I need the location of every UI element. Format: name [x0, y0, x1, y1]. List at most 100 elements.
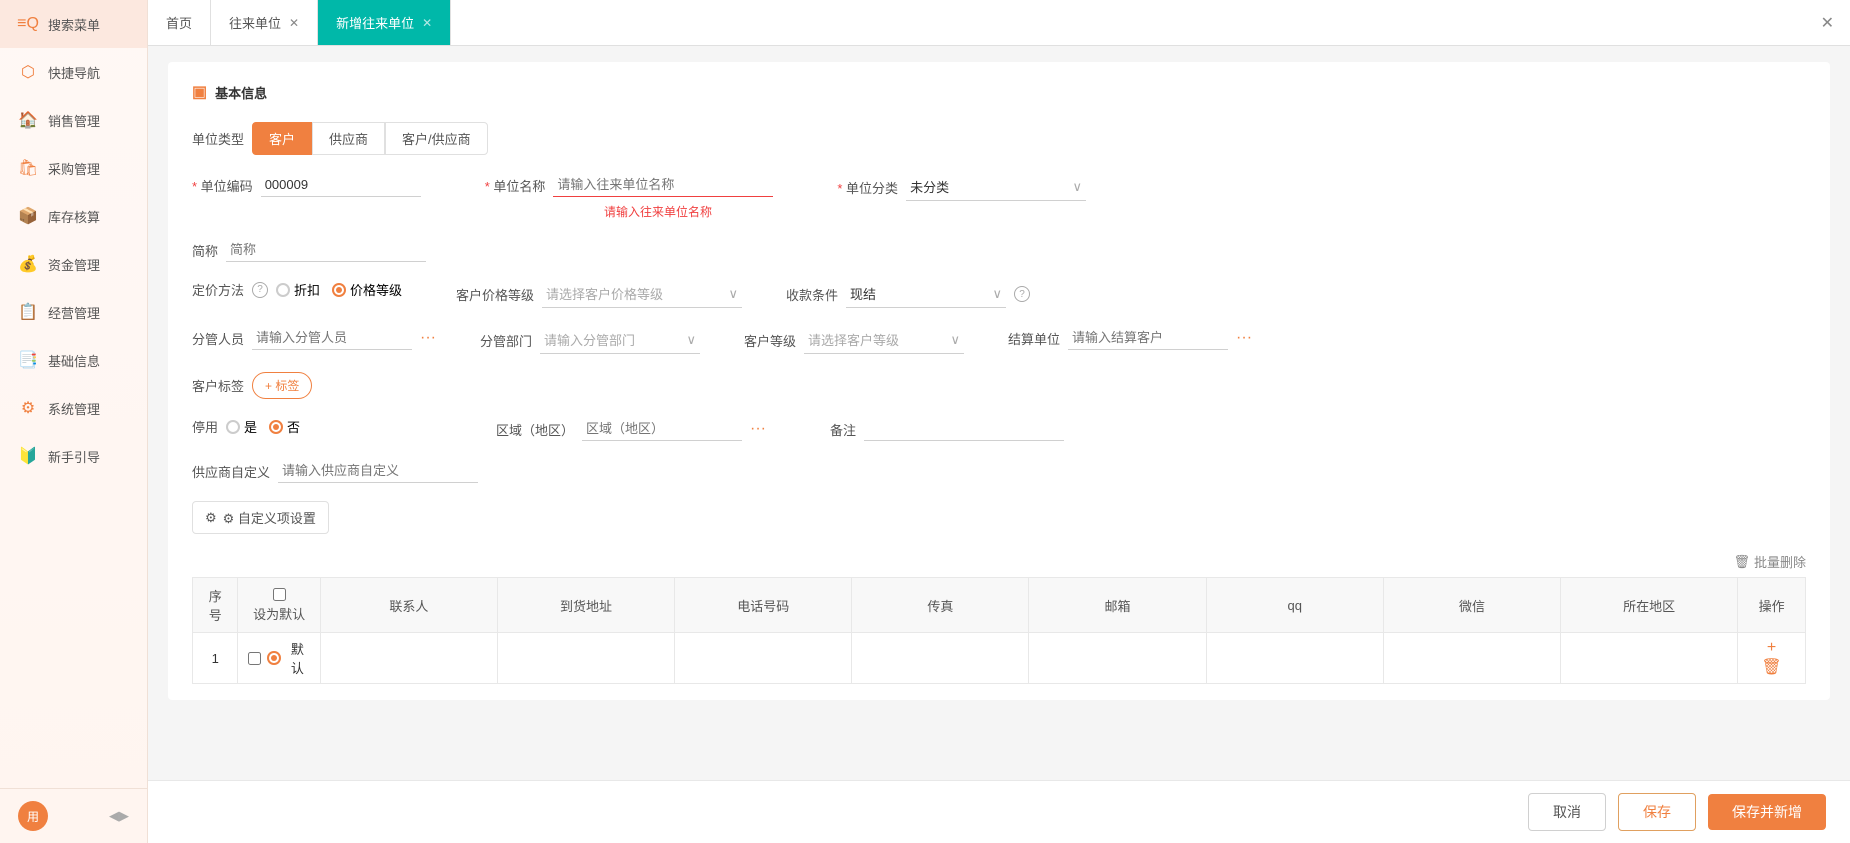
supplier-custom-input[interactable]	[278, 459, 478, 483]
row-region[interactable]	[1561, 633, 1738, 684]
home-icon: ⬡	[18, 62, 38, 82]
save-button[interactable]: 保存	[1618, 793, 1696, 831]
expand-icon[interactable]: ◀▶	[109, 808, 129, 824]
supervisor-group: 分管人员 ···	[192, 326, 436, 350]
disabled-row: 停用 是 否 区域（地区） ···	[192, 417, 1806, 441]
radio-yes[interactable]: 是	[226, 417, 257, 436]
disabled-group: 停用 是 否	[192, 417, 412, 436]
col-default: 设为默认	[238, 578, 320, 633]
department-select[interactable]: 请输入分管部门 ∨	[540, 326, 700, 354]
payment-terms-select[interactable]: 现结 ∨	[846, 280, 1006, 308]
customer-price-level-select[interactable]: 请选择客户价格等级 ∨	[542, 280, 742, 308]
sidebar-item-basic-info[interactable]: 📑 基础信息	[0, 336, 147, 384]
row-phone[interactable]	[675, 633, 852, 684]
contact-input[interactable]	[331, 651, 487, 666]
sidebar-item-purchase[interactable]: 🛍 采购管理	[0, 144, 147, 192]
add-tag-button[interactable]: + 标签	[252, 372, 312, 399]
type-btn-customer[interactable]: 客户	[252, 122, 312, 155]
settlement-unit-input[interactable]	[1068, 326, 1228, 350]
short-name-input[interactable]	[226, 238, 426, 262]
radio-price-level[interactable]: 价格等级	[332, 280, 402, 299]
remark-input[interactable]	[864, 417, 1064, 441]
chevron-down-icon: ∨	[1073, 179, 1083, 195]
type-btn-supplier[interactable]: 供应商	[312, 122, 385, 155]
settlement-unit-group: 结算单位 ···	[1008, 326, 1252, 350]
qq-input[interactable]	[1217, 651, 1373, 666]
sidebar-footer: 用 ◀▶	[0, 788, 147, 843]
sales-icon: 🏠	[18, 110, 38, 130]
add-row-button[interactable]: +	[1763, 639, 1780, 657]
sidebar-item-inventory[interactable]: 📦 库存核算	[0, 192, 147, 240]
sidebar-item-operations[interactable]: 📋 经营管理	[0, 288, 147, 336]
short-name-group: 简称	[192, 238, 426, 262]
section-icon: ▣	[192, 82, 207, 102]
section-title: ▣ 基本信息	[192, 82, 1806, 102]
customer-level-select[interactable]: 请选择客户等级 ∨	[804, 326, 964, 354]
delete-row-button[interactable]: 🗑	[1757, 657, 1785, 677]
sidebar-item-finance[interactable]: 💰 资金管理	[0, 240, 147, 288]
customer-price-level-group: 客户价格等级 请选择客户价格等级 ∨	[456, 280, 742, 308]
region-group: 区域（地区） ···	[496, 417, 766, 441]
row-action: + 🗑	[1738, 633, 1806, 684]
region-more-icon[interactable]: ···	[750, 420, 766, 438]
close-all-tabs[interactable]: ✕	[1805, 13, 1850, 33]
region-input[interactable]	[582, 417, 742, 441]
unit-type-buttons: 客户 供应商 客户/供应商	[252, 122, 488, 155]
row-checkbox[interactable]	[248, 652, 261, 665]
main-content: 首页 往来单位 ✕ 新增往来单位 ✕ ✕ ▣ 基本信息 单位类型 客户	[148, 0, 1850, 843]
sidebar-item-quick-nav[interactable]: ⬡ 快捷导航	[0, 48, 147, 96]
tab-partners[interactable]: 往来单位 ✕	[211, 0, 318, 45]
email-input[interactable]	[1039, 651, 1195, 666]
unit-type-label: 单位类型	[192, 129, 244, 148]
wechat-input[interactable]	[1394, 651, 1550, 666]
customer-price-level-label: 客户价格等级	[456, 285, 534, 304]
address-input[interactable]	[508, 651, 664, 666]
custom-settings-button[interactable]: ⚙ ⚙ 自定义项设置	[192, 501, 329, 534]
unit-code-input[interactable]	[261, 173, 421, 197]
disabled-radio-group: 是 否	[226, 417, 300, 436]
table-row: 1 默认	[193, 633, 1806, 684]
row-fax[interactable]	[852, 633, 1029, 684]
sidebar-item-search[interactable]: ≡Q 搜索菜单	[0, 0, 147, 48]
row-contact[interactable]	[320, 633, 497, 684]
type-btn-both[interactable]: 客户/供应商	[385, 122, 488, 155]
sidebar-item-sales[interactable]: 🏠 销售管理	[0, 96, 147, 144]
sidebar-item-system[interactable]: ⚙ 系统管理	[0, 384, 147, 432]
select-all-checkbox[interactable]	[273, 588, 286, 601]
tab-home[interactable]: 首页	[148, 0, 211, 45]
system-icon: ⚙	[18, 398, 38, 418]
tab-partners-close[interactable]: ✕	[289, 16, 299, 30]
unit-category-select[interactable]: 未分类 ∨	[906, 173, 1086, 201]
supervisor-more-icon[interactable]: ···	[420, 329, 436, 347]
settlement-more-icon[interactable]: ···	[1236, 329, 1252, 347]
payment-help-icon[interactable]: ?	[1014, 286, 1030, 302]
unit-name-input[interactable]	[553, 173, 773, 197]
payment-terms-label: 收款条件	[786, 285, 838, 304]
tab-bar: 首页 往来单位 ✕ 新增往来单位 ✕ ✕	[148, 0, 1850, 46]
row-wechat[interactable]	[1383, 633, 1560, 684]
radio-discount[interactable]: 折扣	[276, 280, 320, 299]
batch-delete-button[interactable]: 🗑 批量删除	[1733, 552, 1806, 571]
row-email[interactable]	[1029, 633, 1206, 684]
purchase-icon: 🛍	[18, 158, 38, 178]
fax-input[interactable]	[862, 651, 1018, 666]
phone-input[interactable]	[685, 651, 841, 666]
basic-info-section: ▣ 基本信息 单位类型 客户 供应商 客户/供应商 单位编码	[168, 62, 1830, 700]
pricing-help-icon[interactable]: ?	[252, 282, 268, 298]
delete-icon: 🗑	[1733, 554, 1750, 570]
tab-new-partner[interactable]: 新增往来单位 ✕	[318, 0, 451, 45]
save-and-new-button[interactable]: 保存并新增	[1708, 794, 1826, 830]
sidebar-item-guide[interactable]: 🔰 新手引导	[0, 432, 147, 480]
supervisor-input[interactable]	[252, 326, 412, 350]
row-default-radio[interactable]: 默认	[267, 639, 309, 677]
region-table-input[interactable]	[1571, 651, 1727, 666]
radio-price-level-circle	[332, 283, 346, 297]
gear-icon: ⚙	[205, 510, 217, 526]
tab-new-partner-close[interactable]: ✕	[422, 16, 432, 30]
chevron-down-icon3: ∨	[993, 286, 1003, 302]
disabled-label: 停用	[192, 417, 218, 436]
row-qq[interactable]	[1206, 633, 1383, 684]
row-address[interactable]	[497, 633, 674, 684]
cancel-button[interactable]: 取消	[1528, 793, 1606, 831]
radio-no[interactable]: 否	[269, 417, 300, 436]
